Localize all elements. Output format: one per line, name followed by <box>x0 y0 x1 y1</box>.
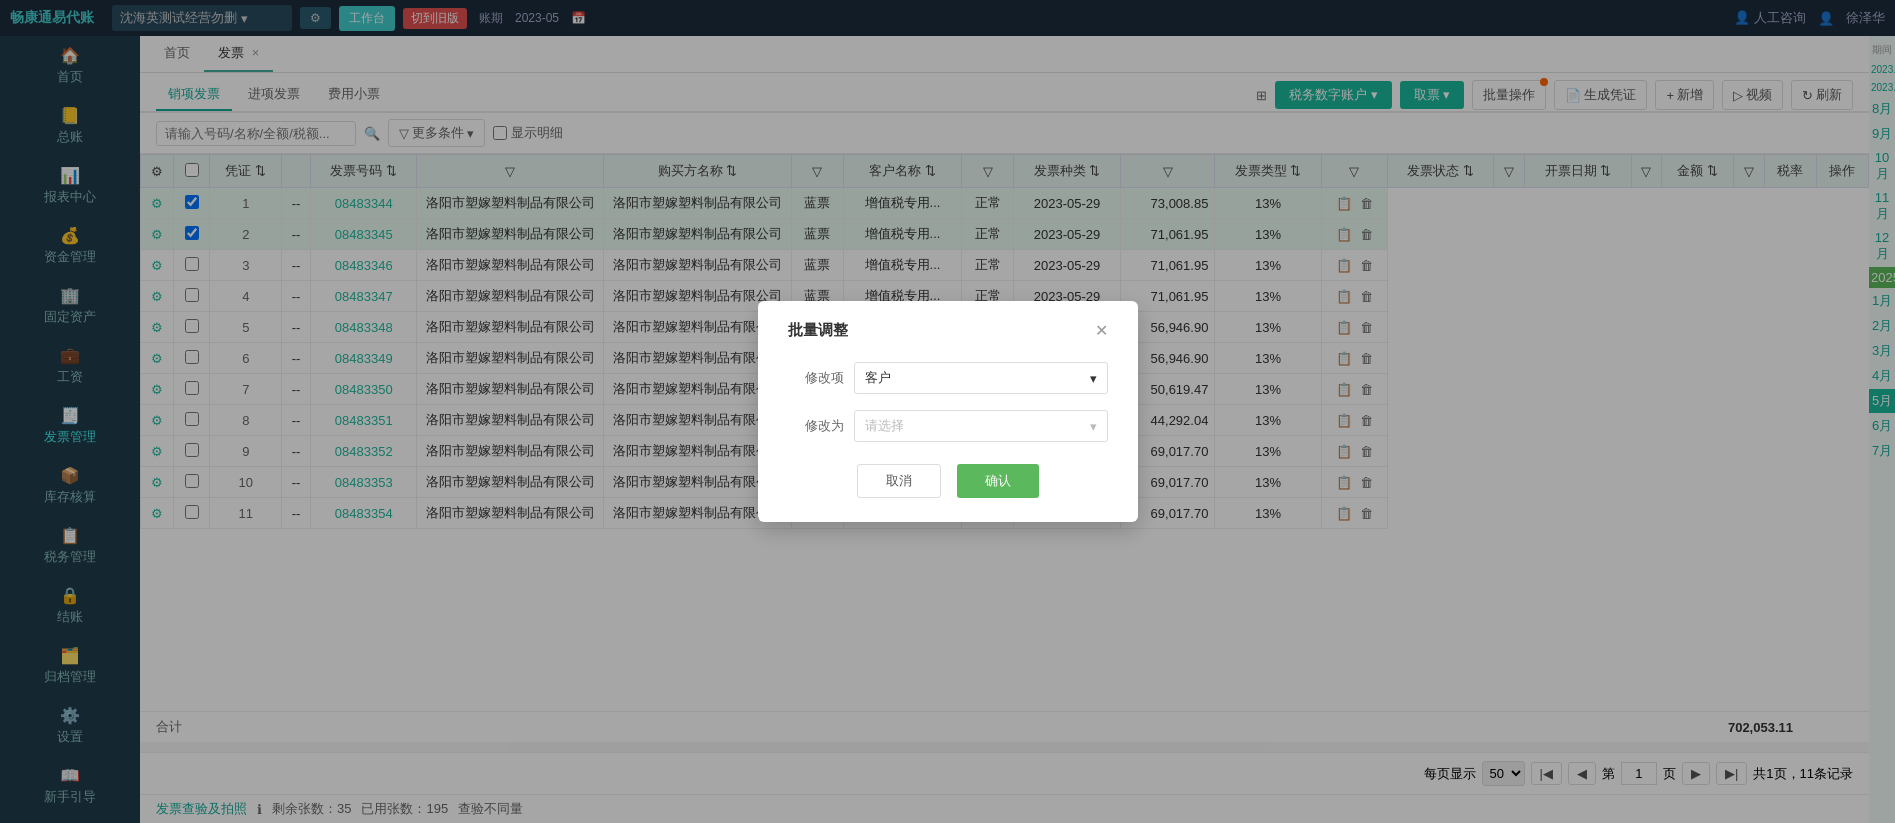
modal-field-select[interactable]: 客户 ▾ <box>854 362 1108 394</box>
modal-field-value: 客户 <box>865 369 891 387</box>
chevron-down-icon: ▾ <box>1090 419 1097 434</box>
modal-field-row: 修改项 客户 ▾ <box>788 362 1108 394</box>
modal-value-placeholder: 请选择 <box>865 417 904 435</box>
modal-close-btn[interactable]: ✕ <box>1095 321 1108 340</box>
modal-header: 批量调整 ✕ <box>788 321 1108 340</box>
modal-value-row: 修改为 请选择 ▾ <box>788 410 1108 442</box>
modal-overlay[interactable]: 批量调整 ✕ 修改项 客户 ▾ 修改为 请选择 ▾ 取消 确认 <box>0 0 1895 823</box>
modal-cancel-btn[interactable]: 取消 <box>857 464 941 498</box>
modal-value-select[interactable]: 请选择 ▾ <box>854 410 1108 442</box>
modal-title: 批量调整 <box>788 321 848 340</box>
modal-footer: 取消 确认 <box>788 464 1108 498</box>
modal-field-label: 修改项 <box>788 369 844 387</box>
modal-value-label: 修改为 <box>788 417 844 435</box>
batch-adjust-modal: 批量调整 ✕ 修改项 客户 ▾ 修改为 请选择 ▾ 取消 确认 <box>758 301 1138 522</box>
modal-confirm-btn[interactable]: 确认 <box>957 464 1039 498</box>
chevron-down-icon: ▾ <box>1090 371 1097 386</box>
